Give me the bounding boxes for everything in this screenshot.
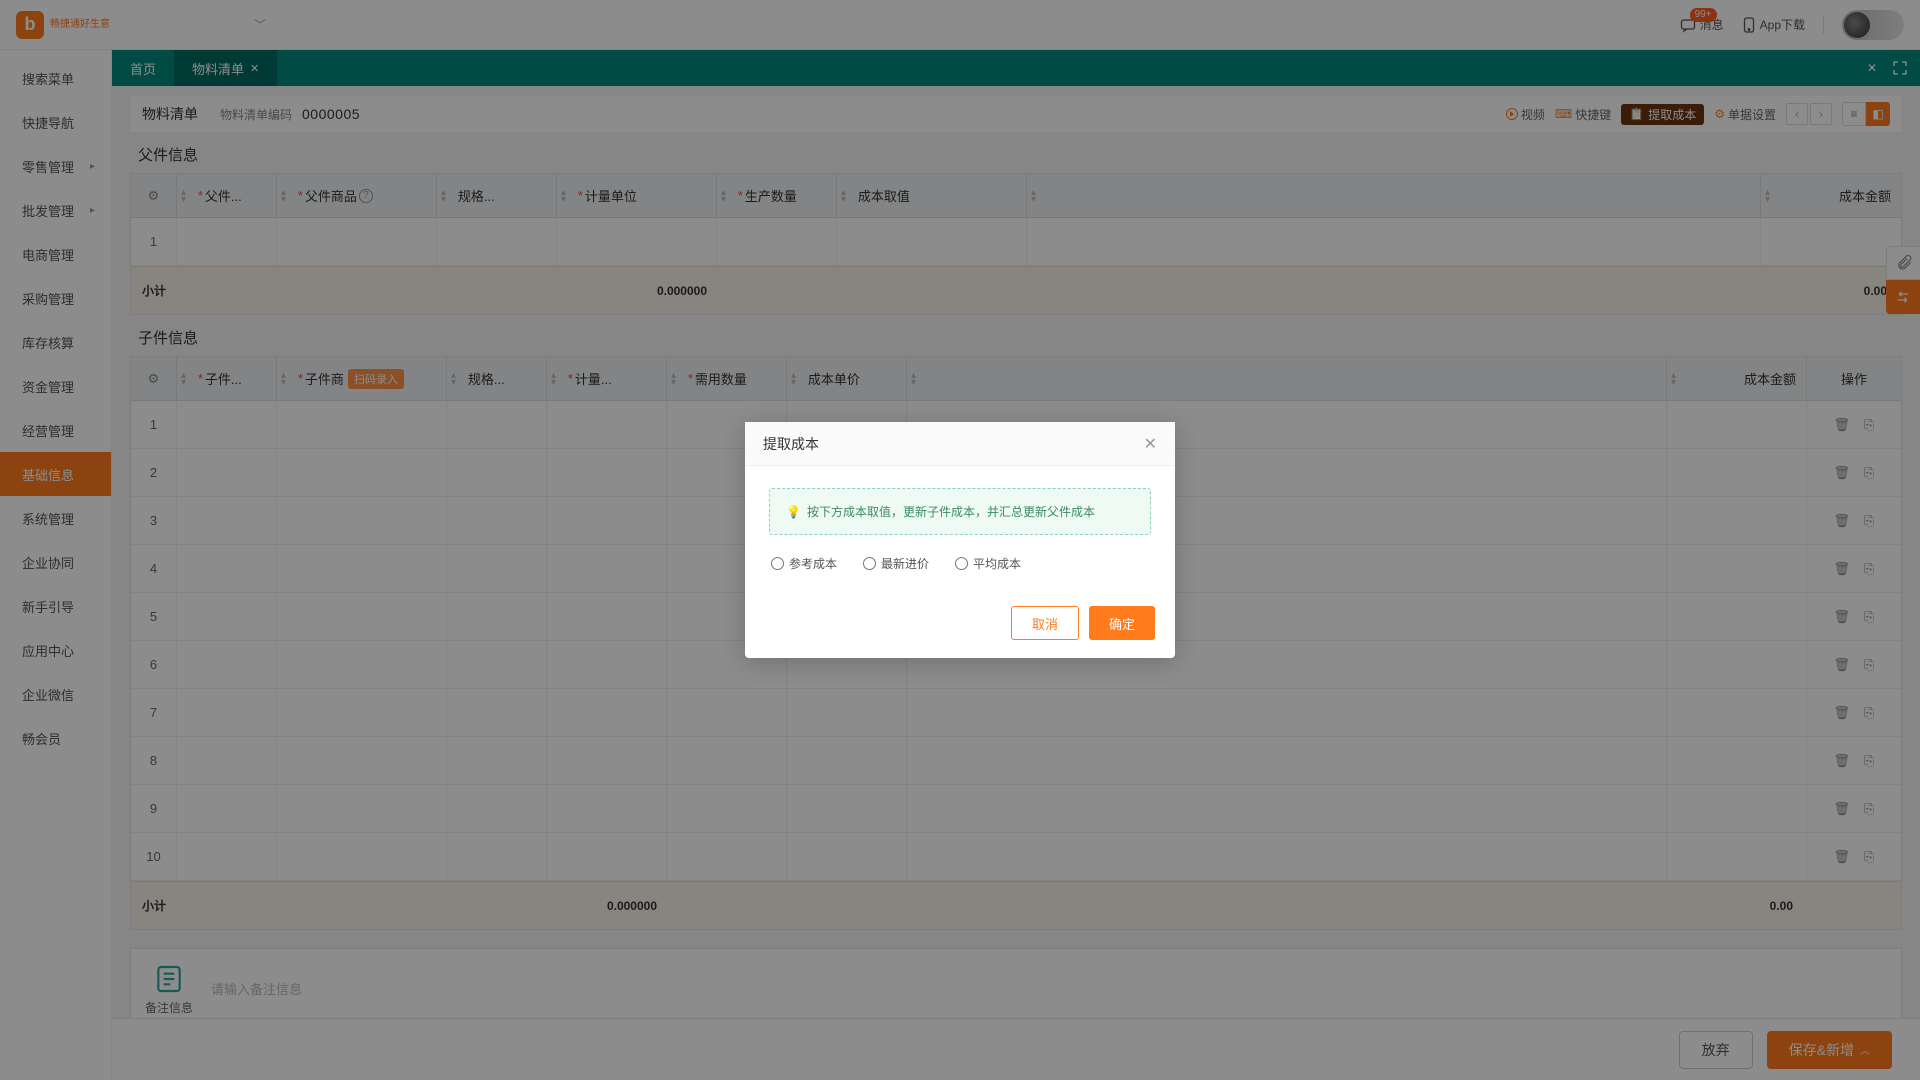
button-label: 确定 <box>1109 617 1135 632</box>
ok-button[interactable]: 确定 <box>1089 606 1155 640</box>
modal-hint-text: 按下方成本取值，更新子件成本，并汇总更新父件成本 <box>807 503 1095 520</box>
radio-option[interactable]: 参考成本 <box>771 555 837 572</box>
button-label: 取消 <box>1032 617 1058 632</box>
cancel-button[interactable]: 取消 <box>1011 606 1079 640</box>
modal-body: 💡 按下方成本取值，更新子件成本，并汇总更新父件成本 参考成本 最新进价 平均成本 <box>745 466 1175 592</box>
radio-label: 平均成本 <box>973 555 1021 572</box>
radio-input[interactable] <box>863 557 876 570</box>
modal-hint: 💡 按下方成本取值，更新子件成本，并汇总更新父件成本 <box>769 488 1151 535</box>
modal-title: 提取成本 <box>763 434 819 454</box>
close-icon[interactable]: ✕ <box>1144 434 1157 454</box>
radio-label: 最新进价 <box>881 555 929 572</box>
modal-header: 提取成本 ✕ <box>745 422 1175 466</box>
radio-input[interactable] <box>771 557 784 570</box>
radio-option[interactable]: 平均成本 <box>955 555 1021 572</box>
modal-radio-group: 参考成本 最新进价 平均成本 <box>771 555 1149 572</box>
extract-cost-modal: 提取成本 ✕ 💡 按下方成本取值，更新子件成本，并汇总更新父件成本 参考成本 最新… <box>745 422 1175 658</box>
radio-option[interactable]: 最新进价 <box>863 555 929 572</box>
bulb-icon: 💡 <box>786 505 801 519</box>
radio-input[interactable] <box>955 557 968 570</box>
modal-footer: 取消 确定 <box>745 592 1175 658</box>
radio-label: 参考成本 <box>789 555 837 572</box>
